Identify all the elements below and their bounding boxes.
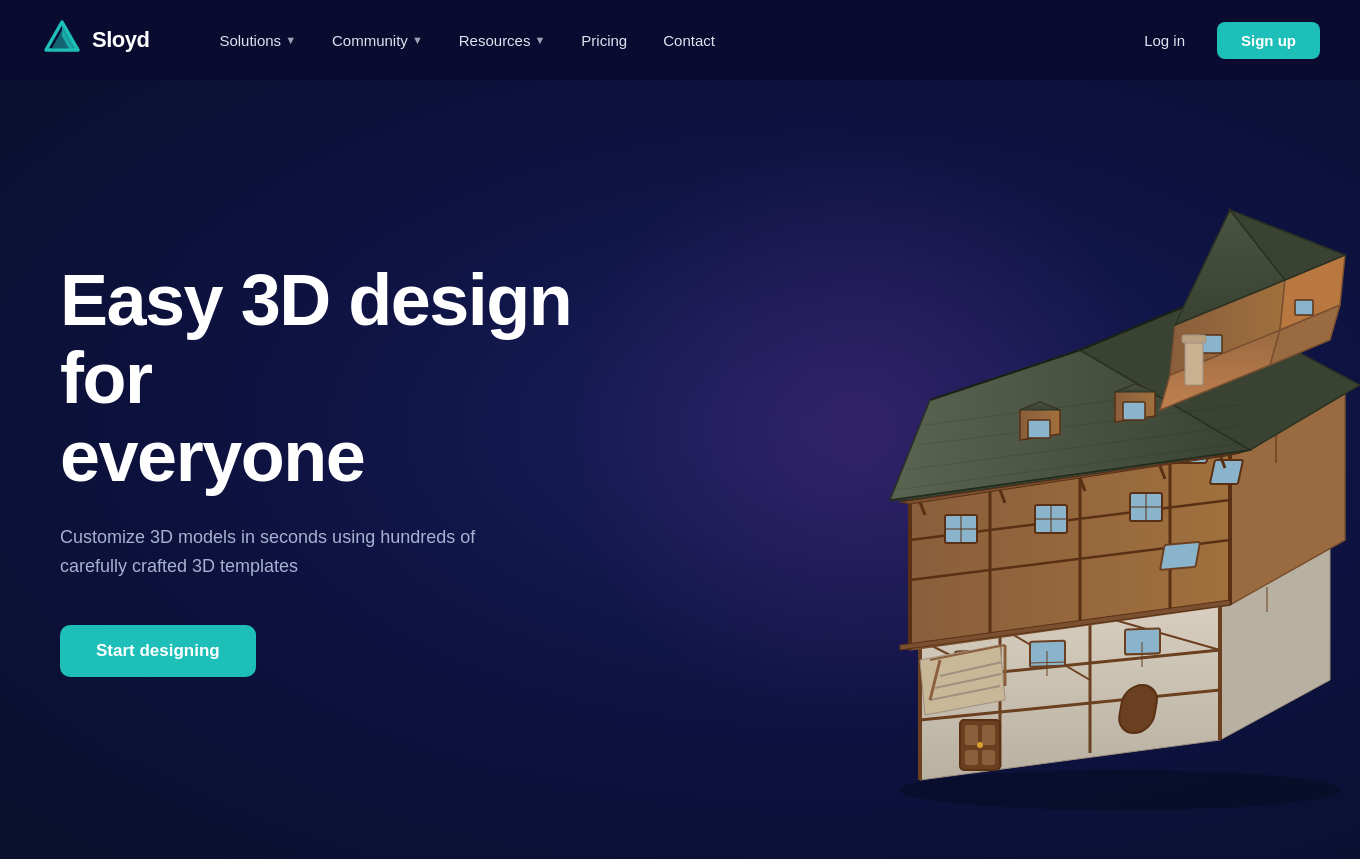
svg-rect-45: [1210, 460, 1243, 484]
svg-rect-81: [982, 750, 995, 765]
nav-item-community[interactable]: Community ▼: [318, 24, 437, 57]
svg-rect-86: [1182, 335, 1206, 343]
nav-item-resources[interactable]: Resources ▼: [445, 24, 560, 57]
building-image: [770, 60, 1360, 820]
svg-rect-80: [965, 750, 978, 765]
nav-item-solutions[interactable]: Solutions ▼: [205, 24, 310, 57]
chevron-down-icon: ▼: [534, 34, 545, 46]
hero-content: Easy 3D design for everyone Customize 3D…: [0, 182, 600, 677]
svg-rect-78: [965, 725, 978, 745]
hero-section: Easy 3D design for everyone Customize 3D…: [0, 0, 1360, 859]
logo-link[interactable]: Sloyd: [40, 18, 149, 62]
nav-item-contact[interactable]: Contact: [649, 24, 729, 57]
navbar: Sloyd Solutions ▼ Community ▼ Resources …: [0, 0, 1360, 80]
logo-text: Sloyd: [92, 27, 149, 53]
logo-icon: [40, 18, 84, 62]
nav-right: Log in Sign up: [1128, 22, 1320, 59]
svg-point-84: [900, 770, 1340, 810]
svg-rect-79: [982, 725, 995, 745]
chevron-down-icon: ▼: [412, 34, 423, 46]
svg-rect-63: [1295, 300, 1313, 315]
start-designing-button[interactable]: Start designing: [60, 625, 256, 677]
signup-button[interactable]: Sign up: [1217, 22, 1320, 59]
svg-rect-69: [1123, 402, 1145, 420]
hero-title: Easy 3D design for everyone: [60, 262, 600, 495]
hero-illustration: [770, 60, 1360, 820]
svg-rect-85: [1185, 340, 1203, 385]
login-button[interactable]: Log in: [1128, 24, 1201, 57]
svg-rect-32: [1160, 542, 1200, 570]
hero-subtitle: Customize 3D models in seconds using hun…: [60, 523, 500, 581]
svg-point-82: [977, 742, 983, 748]
nav-links: Solutions ▼ Community ▼ Resources ▼ Pric…: [205, 24, 1096, 57]
nav-item-pricing[interactable]: Pricing: [567, 24, 641, 57]
svg-rect-66: [1028, 420, 1050, 438]
chevron-down-icon: ▼: [285, 34, 296, 46]
